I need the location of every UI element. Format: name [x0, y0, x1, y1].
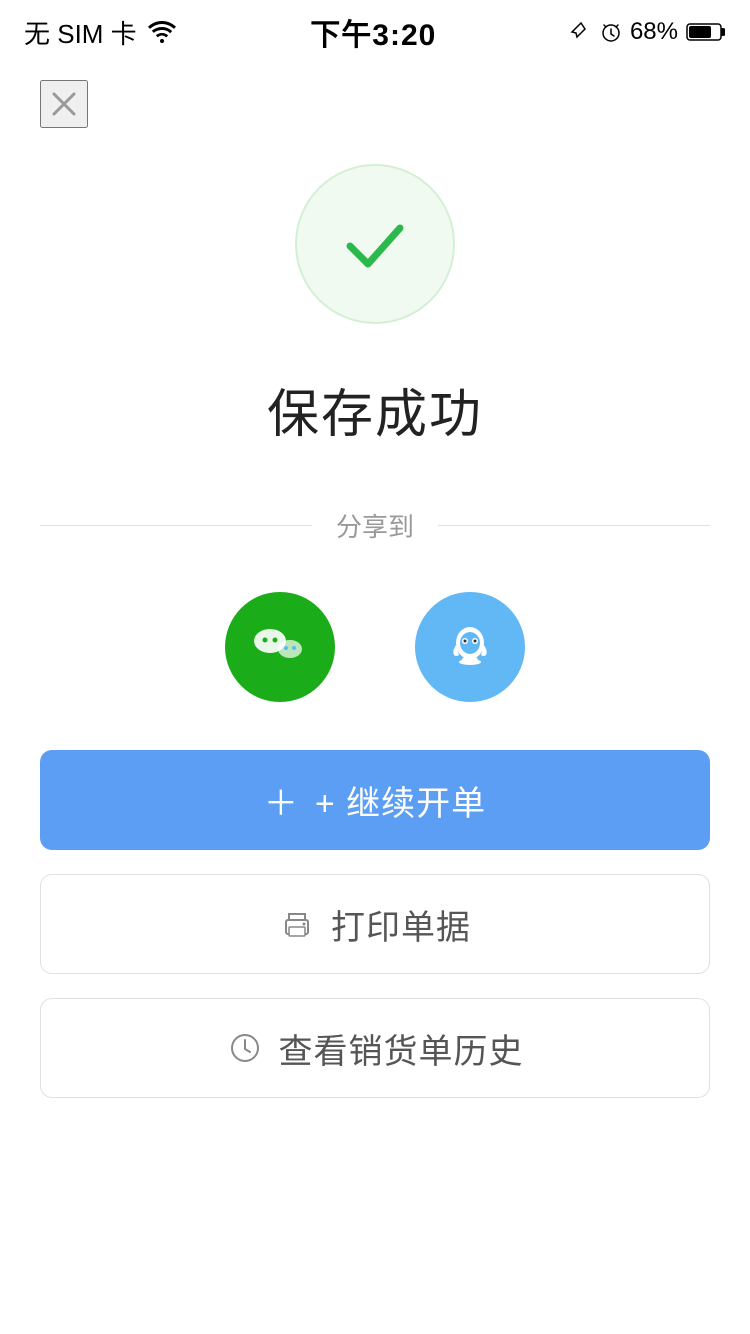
no-sim-label: 无 SIM 卡	[24, 14, 137, 51]
battery-percentage: 68%	[630, 18, 678, 46]
print-button[interactable]: 打印单据	[40, 874, 710, 974]
wechat-icon	[248, 615, 312, 679]
action-section: ＋ + 继续开单 打印单据 查看销货单历	[0, 750, 750, 1098]
share-section: 分享到	[0, 507, 750, 702]
checkmark-icon	[335, 204, 415, 284]
success-title: 保存成功	[267, 372, 483, 447]
plus-icon: ＋	[264, 776, 299, 825]
close-button[interactable]	[40, 80, 88, 128]
wifi-icon	[147, 21, 177, 43]
status-right: 68%	[570, 18, 726, 46]
share-qq-button[interactable]	[415, 592, 525, 702]
share-icons	[40, 592, 710, 702]
success-icon-wrap	[295, 164, 455, 324]
share-label: 分享到	[336, 507, 414, 544]
continue-button[interactable]: ＋ + 继续开单	[40, 750, 710, 850]
print-label: 打印单据	[331, 900, 471, 949]
share-wechat-button[interactable]	[225, 592, 335, 702]
location-icon	[570, 21, 592, 43]
battery-icon	[686, 21, 726, 43]
status-left: 无 SIM 卡	[24, 14, 177, 51]
history-label: 查看销货单历史	[279, 1024, 524, 1073]
alarm-icon	[600, 21, 622, 43]
main-content: 保存成功 分享到	[0, 64, 750, 1098]
printer-icon	[279, 906, 315, 942]
status-bar: 无 SIM 卡 下午3:20 68%	[0, 0, 750, 64]
history-button[interactable]: 查看销货单历史	[40, 998, 710, 1098]
continue-label: + 继续开单	[315, 776, 486, 825]
qq-icon	[438, 615, 502, 679]
clock-icon	[227, 1030, 263, 1066]
status-time: 下午3:20	[310, 10, 436, 54]
share-divider: 分享到	[40, 507, 710, 544]
